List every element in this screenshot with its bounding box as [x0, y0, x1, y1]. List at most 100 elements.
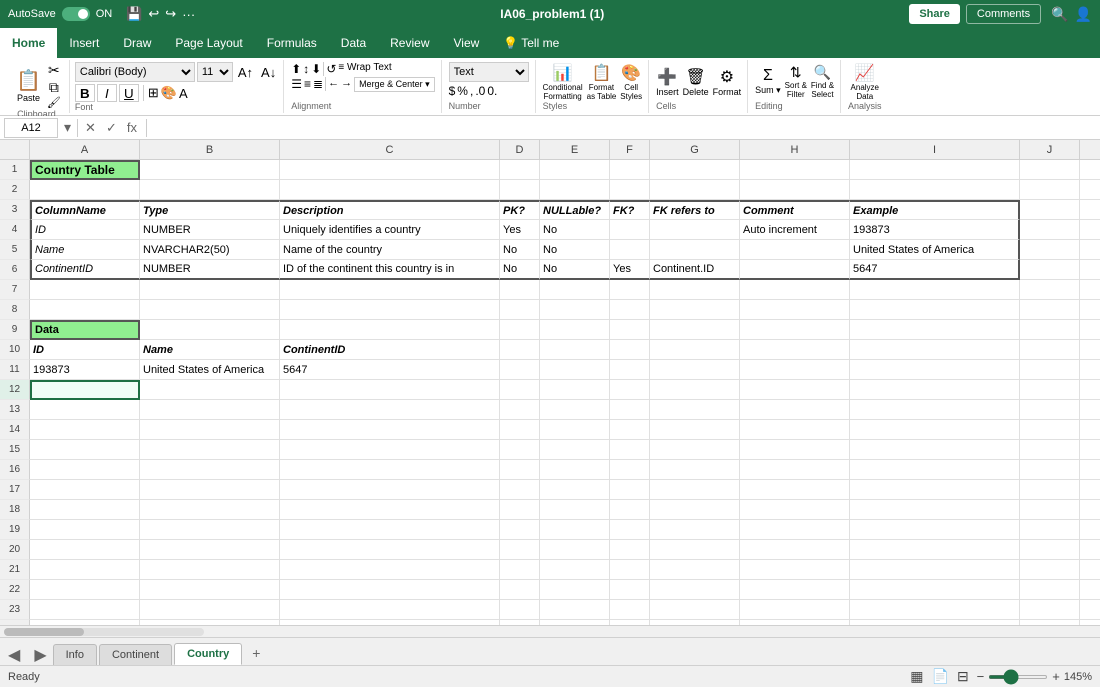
cell-i9[interactable] [850, 320, 1020, 340]
cell-e3[interactable]: NULLable? [540, 200, 610, 220]
cell-e9[interactable] [540, 320, 610, 340]
conditional-formatting-button[interactable]: 📊 ConditionalFormatting [543, 63, 583, 101]
scrollbar-thumb[interactable] [4, 628, 84, 636]
cell-a7[interactable] [30, 280, 140, 300]
font-size-select[interactable]: 11 [197, 62, 233, 82]
cell-j2[interactable] [1020, 180, 1080, 200]
cell-b8[interactable] [140, 300, 280, 320]
row-num-16[interactable]: 16 [0, 460, 30, 480]
row-num-18[interactable]: 18 [0, 500, 30, 520]
comma-icon[interactable]: , [470, 84, 473, 98]
indent-increase-icon[interactable]: → [341, 77, 352, 92]
cell-i4[interactable]: 193873 [850, 220, 1020, 240]
font-color-icon[interactable]: A [179, 86, 188, 101]
indent-decrease-icon[interactable]: ← [328, 77, 339, 92]
cell-g11[interactable] [650, 360, 740, 380]
cell-k6[interactable] [1080, 260, 1100, 280]
cell-e7[interactable] [540, 280, 610, 300]
sum-button[interactable]: Σ Sum ▾ [755, 67, 781, 96]
cell-k4[interactable] [1080, 220, 1100, 240]
row-num-1[interactable]: 1 [0, 160, 30, 180]
cell-h6[interactable] [740, 260, 850, 280]
cancel-formula-icon[interactable]: ✕ [82, 120, 99, 136]
align-bottom-icon[interactable]: ⬇ [311, 62, 321, 76]
cell-k8[interactable] [1080, 300, 1100, 320]
cell-c3[interactable]: Description [280, 200, 500, 220]
row-num-21[interactable]: 21 [0, 560, 30, 580]
analyze-data-button[interactable]: 📈 AnalyzeData [848, 62, 882, 101]
cell-g5[interactable] [650, 240, 740, 260]
formula-input[interactable] [153, 118, 1096, 138]
col-header-j[interactable]: J [1020, 140, 1080, 160]
cell-i6[interactable]: 5647 [850, 260, 1020, 280]
cell-k1[interactable] [1080, 160, 1100, 180]
cell-b12[interactable] [140, 380, 280, 400]
cell-a6[interactable]: ContinentID [30, 260, 140, 280]
row-num-9[interactable]: 9 [0, 320, 30, 340]
more-icon[interactable]: ··· [182, 7, 195, 22]
cell-c1[interactable] [280, 160, 500, 180]
cell-b2[interactable] [140, 180, 280, 200]
cell-a4[interactable]: ID [30, 220, 140, 240]
cell-h12[interactable] [740, 380, 850, 400]
cell-b4[interactable]: NUMBER [140, 220, 280, 240]
text-direction-icon[interactable]: ↺ [326, 62, 336, 76]
cell-j7[interactable] [1020, 280, 1080, 300]
search-icon[interactable]: 🔍 [1051, 6, 1068, 23]
cell-c7[interactable] [280, 280, 500, 300]
cell-a9[interactable]: Data [30, 320, 140, 340]
row-num-4[interactable]: 4 [0, 220, 30, 240]
confirm-formula-icon[interactable]: ✓ [103, 120, 120, 136]
cell-c2[interactable] [280, 180, 500, 200]
cell-d4[interactable]: Yes [500, 220, 540, 240]
cell-c4[interactable]: Uniquely identifies a country [280, 220, 500, 240]
cell-k2[interactable] [1080, 180, 1100, 200]
cell-h9[interactable] [740, 320, 850, 340]
cell-i10[interactable] [850, 340, 1020, 360]
cell-k11[interactable] [1080, 360, 1100, 380]
cell-h3[interactable]: Comment [740, 200, 850, 220]
tab-home[interactable]: Home [0, 28, 57, 58]
wrap-text-button[interactable]: ≡ Wrap Text [338, 62, 391, 76]
autosave-toggle[interactable] [62, 7, 90, 21]
account-icon[interactable]: 👤 [1075, 6, 1092, 23]
cell-h1[interactable] [740, 160, 850, 180]
tab-draw[interactable]: Draw [111, 28, 163, 58]
cell-e2[interactable] [540, 180, 610, 200]
col-header-a[interactable]: A [30, 140, 140, 160]
cell-c9[interactable] [280, 320, 500, 340]
cell-j3[interactable] [1020, 200, 1080, 220]
undo-icon[interactable]: ↩ [148, 6, 159, 22]
cell-h2[interactable] [740, 180, 850, 200]
col-header-i[interactable]: I [850, 140, 1020, 160]
row-num-15[interactable]: 15 [0, 440, 30, 460]
tab-data[interactable]: Data [329, 28, 378, 58]
horizontal-scrollbar[interactable] [0, 625, 1100, 637]
cell-b5[interactable]: NVARCHAR2(50) [140, 240, 280, 260]
cell-i1[interactable] [850, 160, 1020, 180]
row-num-14[interactable]: 14 [0, 420, 30, 440]
col-header-f[interactable]: F [610, 140, 650, 160]
cell-d8[interactable] [500, 300, 540, 320]
zoom-in-button[interactable]: + [1052, 669, 1060, 684]
align-middle-icon[interactable]: ↕ [303, 62, 309, 76]
expand-formula-icon[interactable]: ▾ [62, 119, 73, 136]
cell-j9[interactable] [1020, 320, 1080, 340]
zoom-slider[interactable] [988, 675, 1048, 679]
sheet-nav-left-icon[interactable]: ◀ [4, 645, 24, 665]
cell-c12[interactable] [280, 380, 500, 400]
cell-d10[interactable] [500, 340, 540, 360]
cell-j11[interactable] [1020, 360, 1080, 380]
cell-f8[interactable] [610, 300, 650, 320]
cell-d11[interactable] [500, 360, 540, 380]
format-as-table-button[interactable]: 📋 Formatas Table [587, 63, 617, 101]
row-num-11[interactable]: 11 [0, 360, 30, 380]
redo-icon[interactable]: ↪ [165, 6, 176, 22]
cell-styles-button[interactable]: 🎨 CellStyles [620, 63, 642, 101]
cell-j4[interactable] [1020, 220, 1080, 240]
cell-d5[interactable]: No [500, 240, 540, 260]
cell-a12[interactable] [30, 380, 140, 400]
cell-d3[interactable]: PK? [500, 200, 540, 220]
sheet-tab-country[interactable]: Country [174, 643, 242, 665]
cell-g9[interactable] [650, 320, 740, 340]
